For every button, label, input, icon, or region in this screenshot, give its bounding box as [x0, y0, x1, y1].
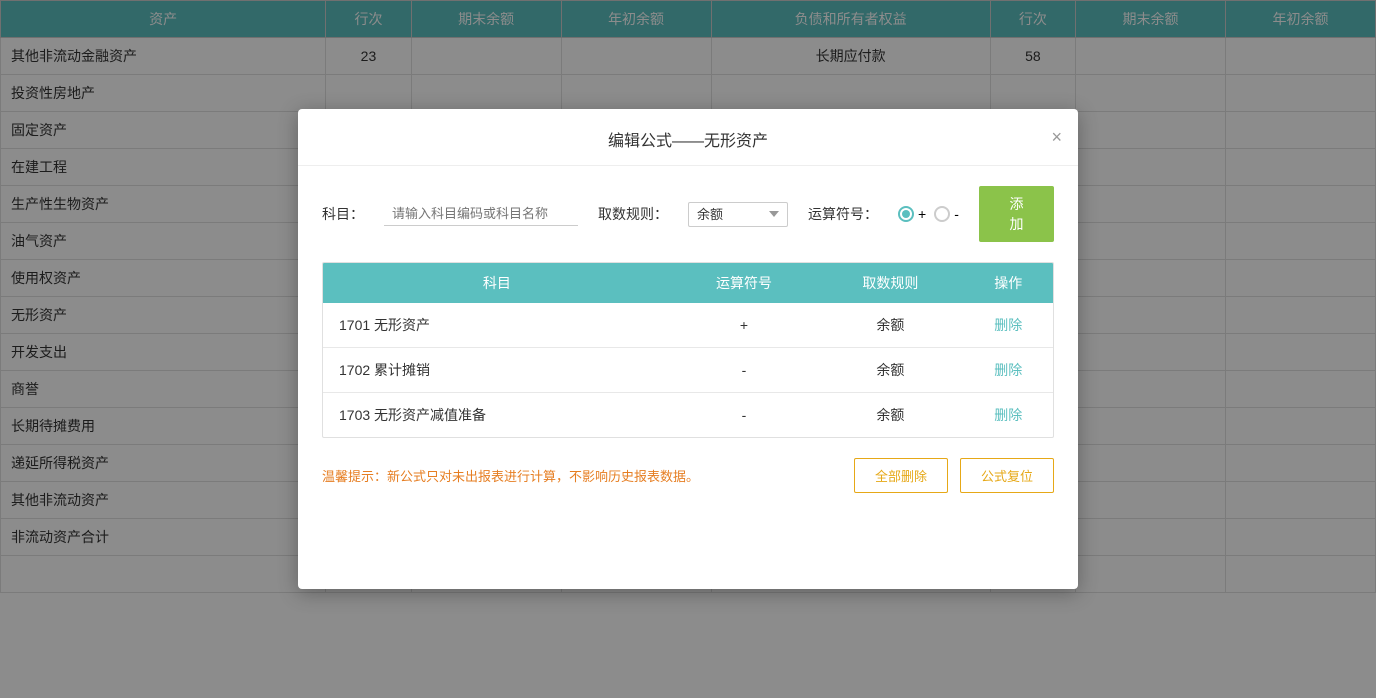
operator-minus-label: - [954, 206, 959, 222]
rule-select-wrap: 余额借方贷方借方发生额贷方发生额 [688, 202, 788, 227]
operator-minus-circle [934, 206, 950, 222]
operator-plus-label: + [918, 206, 926, 222]
table-cell-operator: - [671, 393, 817, 438]
table-header-cell: 取数规则 [817, 263, 963, 303]
operator-plus-radio[interactable]: + [898, 206, 926, 222]
table-cell-operator: + [671, 303, 817, 348]
rule-select[interactable]: 余额借方贷方借方发生额贷方发生额 [688, 202, 788, 227]
table-cell-subject: 1701 无形资产 [323, 303, 671, 348]
table-cell-subject: 1702 累计摊销 [323, 348, 671, 393]
footer-buttons: 全部删除 公式复位 [854, 458, 1054, 493]
table-cell-action: 删除 [964, 303, 1053, 348]
table-cell-action: 删除 [964, 393, 1053, 438]
delete-row-0-link[interactable]: 删除 [994, 317, 1022, 333]
table-row: 1701 无形资产+余额 删除 [323, 303, 1053, 348]
modal-header: 编辑公式——无形资产 × [298, 109, 1078, 166]
table-cell-action: 删除 [964, 348, 1053, 393]
modal-overlay: 编辑公式——无形资产 × 科目： 取数规则： 余额借方贷方借方发生额贷方发生额 … [0, 0, 1376, 698]
formula-form: 科目： 取数规则： 余额借方贷方借方发生额贷方发生额 运算符号： + - 添加 [298, 166, 1078, 262]
subject-label: 科目： [322, 204, 364, 224]
table-cell-operator: - [671, 348, 817, 393]
operator-minus-radio[interactable]: - [934, 206, 959, 222]
operator-radio-group: + - [898, 206, 959, 222]
subject-input[interactable] [384, 202, 578, 226]
add-button[interactable]: 添加 [979, 186, 1054, 242]
table-row: 1702 累计摊销-余额 删除 [323, 348, 1053, 393]
hint-text: 温馨提示：新公式只对未出报表进行计算，不影响历史报表数据。 [322, 466, 699, 485]
modal-title: 编辑公式——无形资产 [608, 133, 768, 150]
table-cell-subject: 1703 无形资产减值准备 [323, 393, 671, 438]
delete-row-2-link[interactable]: 删除 [994, 407, 1022, 423]
operator-label: 运算符号： [808, 204, 878, 224]
table-header-cell: 操作 [964, 263, 1053, 303]
table-cell-rule: 余额 [817, 303, 963, 348]
delete-all-button[interactable]: 全部删除 [854, 458, 948, 493]
table-header-cell: 运算符号 [671, 263, 817, 303]
modal-footer: 温馨提示：新公式只对未出报表进行计算，不影响历史报表数据。 全部删除 公式复位 [298, 438, 1078, 501]
formula-table: 科目运算符号取数规则操作 1701 无形资产+余额删除1702 累计摊销-余额删… [322, 262, 1054, 438]
delete-row-1-link[interactable]: 删除 [994, 362, 1022, 378]
table-header-cell: 科目 [323, 263, 671, 303]
close-button[interactable]: × [1051, 128, 1062, 146]
edit-formula-modal: 编辑公式——无形资产 × 科目： 取数规则： 余额借方贷方借方发生额贷方发生额 … [298, 109, 1078, 589]
operator-plus-circle [898, 206, 914, 222]
table-row: 1703 无形资产减值准备-余额 删除 [323, 393, 1053, 438]
table-cell-rule: 余额 [817, 348, 963, 393]
table-cell-rule: 余额 [817, 393, 963, 438]
rule-label: 取数规则： [598, 204, 668, 224]
reset-button[interactable]: 公式复位 [960, 458, 1054, 493]
